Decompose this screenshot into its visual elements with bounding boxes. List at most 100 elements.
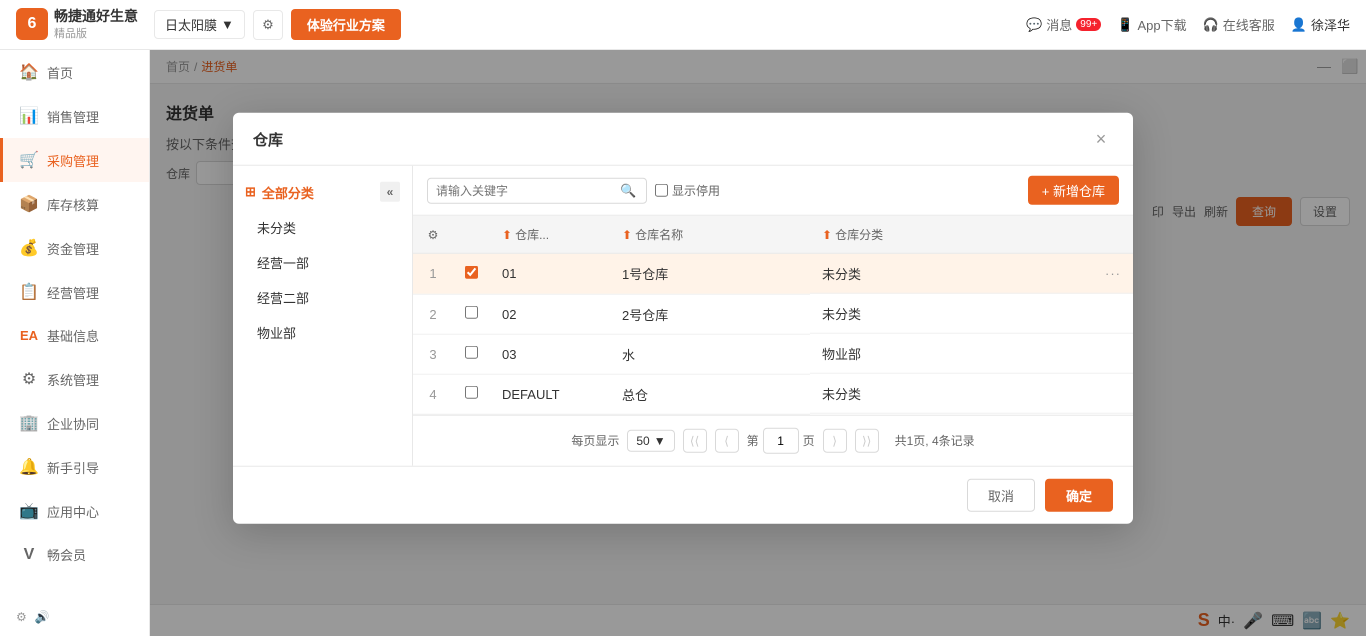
- user-name: 徐泽华: [1311, 15, 1350, 34]
- row-category: 未分类 ···: [810, 254, 1133, 294]
- row-name: 2号仓库: [610, 294, 810, 334]
- trial-button[interactable]: 体验行业方案: [291, 9, 401, 40]
- sidebar-label-guide: 新手引导: [47, 458, 99, 477]
- th-name-sort: ⬆ 仓库名称: [622, 226, 798, 243]
- row-category: 未分类 ···: [810, 294, 1133, 334]
- row-checkbox[interactable]: [465, 386, 478, 399]
- confirm-button[interactable]: 确定: [1045, 478, 1113, 511]
- table-row[interactable]: 2 02 2号仓库 未分类 ···: [413, 294, 1133, 334]
- show-disabled-checkbox[interactable]: [655, 184, 668, 197]
- th-category-sort: ⬆ 仓库分类: [822, 226, 1121, 243]
- th-category[interactable]: ⬆ 仓库分类: [810, 216, 1133, 254]
- row-code: 01: [490, 253, 610, 294]
- sidebar-label-system: 系统管理: [47, 370, 99, 389]
- row-checkbox[interactable]: [465, 346, 478, 359]
- dialog-close-button[interactable]: ×: [1089, 127, 1113, 151]
- row-checkbox-cell: [453, 334, 490, 374]
- cancel-button[interactable]: 取消: [967, 478, 1035, 511]
- prev-page-button[interactable]: ⟨: [715, 428, 739, 452]
- row-checkbox[interactable]: [465, 266, 478, 279]
- main-layout: 🏠 首页 📊 销售管理 🛒 采购管理 📦 库存核算 💰 资金管理 📋 经营管理 …: [0, 50, 1366, 636]
- row-checkbox[interactable]: [465, 306, 478, 319]
- dialog-footer: 取消 确定: [233, 465, 1133, 523]
- category-item-ops1[interactable]: 经营一部: [233, 245, 412, 280]
- per-page-select[interactable]: 50 ▼: [627, 429, 674, 451]
- category-item-property[interactable]: 物业部: [233, 315, 412, 350]
- header-right: 💬 消息 99+ 📱 App下载 🎧 在线客服 👤 徐泽华: [1026, 15, 1350, 34]
- sidebar-item-operations[interactable]: 📋 经营管理: [0, 270, 149, 314]
- sidebar-sound-icon[interactable]: 🔊: [35, 610, 50, 624]
- chevron-down-icon: ▼: [221, 17, 234, 32]
- sidebar-item-purchase[interactable]: 🛒 采购管理: [0, 138, 149, 182]
- category-item-ops2[interactable]: 经营二部: [233, 280, 412, 315]
- purchase-icon: 🛒: [19, 150, 39, 170]
- row-code: 02: [490, 294, 610, 334]
- appstore-icon: 📺: [19, 501, 39, 521]
- per-page-chevron: ▼: [654, 433, 666, 447]
- top-header: 6 畅捷通好生意 精品版 日太阳膜 ▼ ⚙ 体验行业方案 💬 消息 99+ 📱 …: [0, 0, 1366, 50]
- basic-icon: EA: [19, 328, 39, 343]
- th-name[interactable]: ⬆ 仓库名称: [610, 216, 810, 254]
- th-code[interactable]: ⬆ 仓库...: [490, 216, 610, 254]
- headset-icon: 🎧: [1203, 17, 1219, 33]
- row-category: 物业部 ···: [810, 334, 1133, 374]
- show-disabled-label: 显示停用: [672, 182, 720, 199]
- page-number-input[interactable]: [763, 427, 799, 453]
- notifications-badge: 99+: [1076, 18, 1101, 31]
- notifications-button[interactable]: 💬 消息 99+: [1026, 15, 1101, 34]
- sidebar-item-home[interactable]: 🏠 首页: [0, 50, 149, 94]
- next-page-button[interactable]: ⟩: [823, 428, 847, 452]
- dialog-title: 仓库: [253, 128, 283, 149]
- warehouse-right-panel: 🔍 显示停用 + 新增仓库 ⚙: [413, 166, 1133, 466]
- page-unit: 页: [803, 432, 815, 449]
- sidebar-item-system[interactable]: ⚙ 系统管理: [0, 357, 149, 401]
- sidebar-settings-icon[interactable]: ⚙: [16, 610, 27, 624]
- operations-icon: 📋: [19, 282, 39, 302]
- app-download-label: App下载: [1137, 15, 1186, 34]
- app-download-button[interactable]: 📱 App下载: [1117, 15, 1186, 34]
- sidebar-item-inventory[interactable]: 📦 库存核算: [0, 182, 149, 226]
- sidebar-label-home: 首页: [47, 63, 73, 82]
- category-header[interactable]: ⊞ 全部分类 «: [233, 174, 412, 210]
- table-row[interactable]: 1 01 1号仓库 未分类 ···: [413, 253, 1133, 294]
- settings-button[interactable]: ⚙: [253, 10, 283, 40]
- sidebar-label-finance: 资金管理: [47, 239, 99, 258]
- search-icon[interactable]: 🔍: [620, 182, 636, 198]
- collapse-button[interactable]: «: [380, 182, 400, 202]
- grid-icon: ⊞: [245, 184, 256, 200]
- search-input[interactable]: [436, 183, 616, 197]
- user-menu-button[interactable]: 👤 徐泽华: [1291, 15, 1350, 34]
- page-label: 第: [747, 432, 759, 449]
- row-checkbox-cell: [453, 253, 490, 294]
- sidebar-label-purchase: 采购管理: [47, 151, 99, 170]
- last-page-button[interactable]: ⟩⟩: [855, 428, 879, 452]
- th-settings[interactable]: ⚙: [413, 216, 453, 254]
- first-page-button[interactable]: ⟨⟨: [683, 428, 707, 452]
- category-item-unclassified[interactable]: 未分类: [233, 210, 412, 245]
- add-warehouse-button[interactable]: + 新增仓库: [1028, 176, 1119, 205]
- th-checkbox: [453, 216, 490, 254]
- logo-area: 6 畅捷通好生意 精品版: [16, 8, 138, 41]
- sidebar-item-finance[interactable]: 💰 资金管理: [0, 226, 149, 270]
- row-name: 水: [610, 334, 810, 374]
- sidebar-label-sales: 销售管理: [47, 107, 99, 126]
- content-area: 首页 / 进货单 — ⬜ 进货单 按以下条件查询 仓库 印 导出: [150, 50, 1366, 636]
- sidebar-item-vip[interactable]: V 畅会员: [0, 533, 149, 576]
- customer-service-button[interactable]: 🎧 在线客服: [1203, 15, 1275, 34]
- sidebar-item-guide[interactable]: 🔔 新手引导: [0, 445, 149, 489]
- sidebar-item-enterprise[interactable]: 🏢 企业协同: [0, 401, 149, 445]
- category-all-label: 全部分类: [262, 182, 314, 201]
- table-row[interactable]: 3 03 水 物业部 ···: [413, 334, 1133, 374]
- app-logo-icon: 6: [16, 8, 48, 40]
- sidebar-item-sales[interactable]: 📊 销售管理: [0, 94, 149, 138]
- store-selector[interactable]: 日太阳膜 ▼: [154, 10, 245, 39]
- notifications-label: 消息: [1046, 15, 1072, 34]
- table-header-row: ⚙ ⬆ 仓库...: [413, 216, 1133, 254]
- table-row[interactable]: 4 DEFAULT 总仓 未分类 ···: [413, 374, 1133, 414]
- sidebar-item-appstore[interactable]: 📺 应用中心: [0, 489, 149, 533]
- row-checkbox-cell: [453, 294, 490, 334]
- row-more-button[interactable]: ···: [1105, 266, 1121, 281]
- sidebar-item-basic[interactable]: EA 基础信息: [0, 314, 149, 357]
- pagination: 每页显示 50 ▼ ⟨⟨ ⟨ 第 页 ⟩ ⟩⟩: [413, 414, 1133, 465]
- category-sidebar: ⊞ 全部分类 « 未分类 经营一部 经营二部 物业部: [233, 166, 413, 466]
